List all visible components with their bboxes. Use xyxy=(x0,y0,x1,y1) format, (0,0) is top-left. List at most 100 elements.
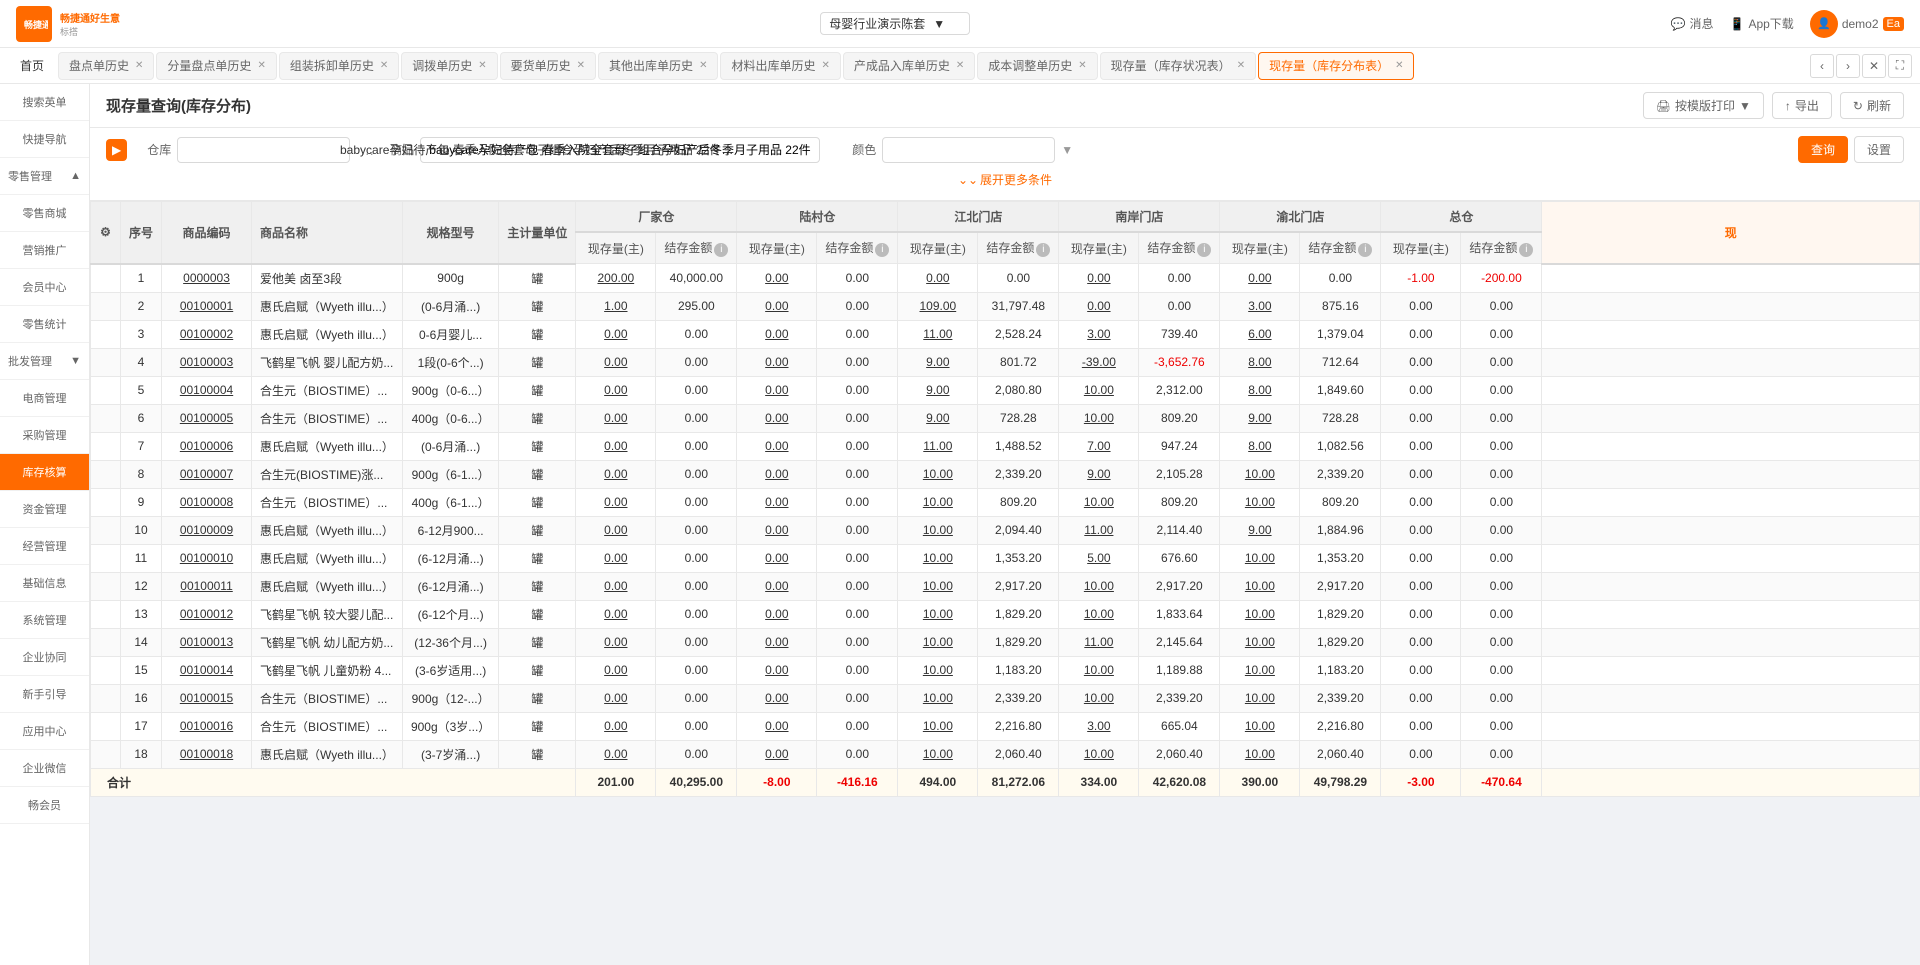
product-code-link[interactable]: 00100002 xyxy=(180,327,233,341)
qty-link[interactable]: 9.00 xyxy=(926,355,949,369)
qty-link[interactable]: 10.00 xyxy=(923,523,953,537)
qty-link[interactable]: 9.00 xyxy=(1248,523,1271,537)
qty-link[interactable]: 0.00 xyxy=(765,691,788,705)
qty-link[interactable]: 10.00 xyxy=(1245,691,1275,705)
qty-link[interactable]: 10.00 xyxy=(1245,747,1275,761)
sidebar-item-enterprise[interactable]: 企业协同 xyxy=(0,639,89,676)
qty-link[interactable]: 8.00 xyxy=(1248,355,1271,369)
product-code-link[interactable]: 00100018 xyxy=(180,747,233,761)
tab-yh-history[interactable]: 要货单历史 ✕ xyxy=(500,52,596,80)
sidebar-item-wholesale[interactable]: 批发管理 ▼ xyxy=(0,343,89,380)
tab-close-icon[interactable]: ✕ xyxy=(135,60,143,71)
qty-link[interactable]: 10.00 xyxy=(923,607,953,621)
refresh-btn[interactable]: ↻ 刷新 xyxy=(1840,92,1904,119)
tab-close-icon[interactable]: ✕ xyxy=(577,60,585,71)
settings-btn[interactable]: 设置 xyxy=(1854,136,1904,163)
print-btn[interactable]: 🖨 按模版打印 ▼ xyxy=(1643,92,1764,119)
qty-link[interactable]: 0.00 xyxy=(765,607,788,621)
sidebar-item-search[interactable]: 搜索英单 xyxy=(0,84,89,121)
tab-close-icon[interactable]: ✕ xyxy=(1395,60,1403,71)
qty-link[interactable]: 0.00 xyxy=(1087,299,1110,313)
qty-link[interactable]: 0.00 xyxy=(604,635,627,649)
qty-link[interactable]: 5.00 xyxy=(1087,551,1110,565)
qty-link[interactable]: 200.00 xyxy=(597,271,634,285)
qty-link[interactable]: 0.00 xyxy=(765,411,788,425)
qty-link[interactable]: 0.00 xyxy=(765,299,788,313)
qty-link[interactable]: 10.00 xyxy=(1084,411,1114,425)
info-icon[interactable]: i xyxy=(1519,243,1533,257)
user-area[interactable]: 👤 demo2 Ea xyxy=(1810,10,1904,38)
qty-link[interactable]: 109.00 xyxy=(920,299,957,313)
qty-link[interactable]: 0.00 xyxy=(604,747,627,761)
info-icon[interactable]: i xyxy=(1197,243,1211,257)
tab-close-icon[interactable]: ✕ xyxy=(956,60,964,71)
qty-link[interactable]: 0.00 xyxy=(765,551,788,565)
product-code-link[interactable]: 00100005 xyxy=(180,411,233,425)
tab-expand-btn[interactable]: ⛶ xyxy=(1888,54,1912,78)
qty-link[interactable]: 10.00 xyxy=(923,663,953,677)
qty-link[interactable]: 10.00 xyxy=(1084,691,1114,705)
qty-link[interactable]: 11.00 xyxy=(923,439,952,453)
sidebar-item-ecommerce[interactable]: 电商管理 xyxy=(0,380,89,417)
qty-link[interactable]: 9.00 xyxy=(1087,467,1110,481)
sidebar-item-operations[interactable]: 经营管理 xyxy=(0,528,89,565)
sidebar-item-purchase[interactable]: 采购管理 xyxy=(0,417,89,454)
qty-link[interactable]: 0.00 xyxy=(765,271,788,285)
product-code-link[interactable]: 00100006 xyxy=(180,439,233,453)
tab-xczl-kckjb[interactable]: 现存量（库存状况表）✕ xyxy=(1100,52,1256,80)
qty-link[interactable]: 9.00 xyxy=(926,383,949,397)
expand-more-btn[interactable]: ⌄⌄ 展开更多条件 xyxy=(958,171,1052,188)
qty-link[interactable]: 0.00 xyxy=(765,635,788,649)
qty-link[interactable]: 0.00 xyxy=(765,747,788,761)
product-code-link[interactable]: 00100003 xyxy=(180,355,233,369)
qty-link[interactable]: 7.00 xyxy=(1087,439,1110,453)
qty-link[interactable]: 3.00 xyxy=(1087,719,1110,733)
qty-link[interactable]: 0.00 xyxy=(604,691,627,705)
product-input[interactable] xyxy=(420,137,820,163)
product-code-link[interactable]: 00100008 xyxy=(180,495,233,509)
tab-home[interactable]: 首页 xyxy=(8,52,56,80)
app-download-btn[interactable]: 📱 App下载 xyxy=(1730,15,1794,32)
info-icon[interactable]: i xyxy=(1358,243,1372,257)
tab-close-icon[interactable]: ✕ xyxy=(821,60,829,71)
qty-link[interactable]: 0.00 xyxy=(604,523,627,537)
sidebar-item-basic-info[interactable]: 基础信息 xyxy=(0,565,89,602)
sidebar-item-marketing[interactable]: 营销推广 xyxy=(0,232,89,269)
qty-link[interactable]: 0.00 xyxy=(604,411,627,425)
qty-link[interactable]: -39.00 xyxy=(1082,355,1116,369)
sidebar-item-quicknav[interactable]: 快捷导航 xyxy=(0,121,89,158)
qty-link[interactable]: 10.00 xyxy=(1084,495,1114,509)
tab-close-icon[interactable]: ✕ xyxy=(1078,60,1086,71)
qty-link[interactable]: 9.00 xyxy=(1248,411,1271,425)
product-code-link[interactable]: 0000003 xyxy=(183,271,230,285)
qty-link[interactable]: 0.00 xyxy=(604,355,627,369)
qty-link[interactable]: 10.00 xyxy=(1245,495,1275,509)
qty-link[interactable]: 0.00 xyxy=(604,719,627,733)
qty-link[interactable]: 0.00 xyxy=(604,467,627,481)
qty-link[interactable]: 0.00 xyxy=(765,495,788,509)
qty-link[interactable]: 0.00 xyxy=(765,663,788,677)
store-selector[interactable]: 母婴行业演示陈套 ▼ xyxy=(820,12,970,35)
qty-link[interactable]: 10.00 xyxy=(1084,747,1114,761)
tab-close-icon[interactable]: ✕ xyxy=(699,60,707,71)
tab-flpdd-history[interactable]: 分量盘点单历史 ✕ xyxy=(156,52,276,80)
qty-link[interactable]: 9.00 xyxy=(926,411,949,425)
qty-link[interactable]: 10.00 xyxy=(1245,663,1275,677)
qty-link[interactable]: 8.00 xyxy=(1248,383,1271,397)
warehouse-input[interactable] xyxy=(177,137,350,163)
qty-link[interactable]: 0.00 xyxy=(765,467,788,481)
message-btn[interactable]: 💬 消息 xyxy=(1671,15,1714,32)
tab-prev-btn[interactable]: ‹ xyxy=(1810,54,1834,78)
product-code-link[interactable]: 00100009 xyxy=(180,523,233,537)
qty-link[interactable]: 0.00 xyxy=(604,663,627,677)
qty-link[interactable]: 0.00 xyxy=(604,439,627,453)
sidebar-item-finance[interactable]: 资金管理 xyxy=(0,491,89,528)
product-code-link[interactable]: 00100007 xyxy=(180,467,233,481)
qty-link[interactable]: 10.00 xyxy=(923,579,953,593)
tab-close-icon[interactable]: ✕ xyxy=(1237,60,1245,71)
product-code-link[interactable]: 00100014 xyxy=(180,663,233,677)
qty-link[interactable]: 10.00 xyxy=(1245,607,1275,621)
qty-link[interactable]: 10.00 xyxy=(1084,579,1114,593)
tab-xczl-kcfbb[interactable]: 现存量（库存分布表）✕ xyxy=(1258,52,1414,80)
tab-db-history[interactable]: 调拨单历史 ✕ xyxy=(401,52,497,80)
